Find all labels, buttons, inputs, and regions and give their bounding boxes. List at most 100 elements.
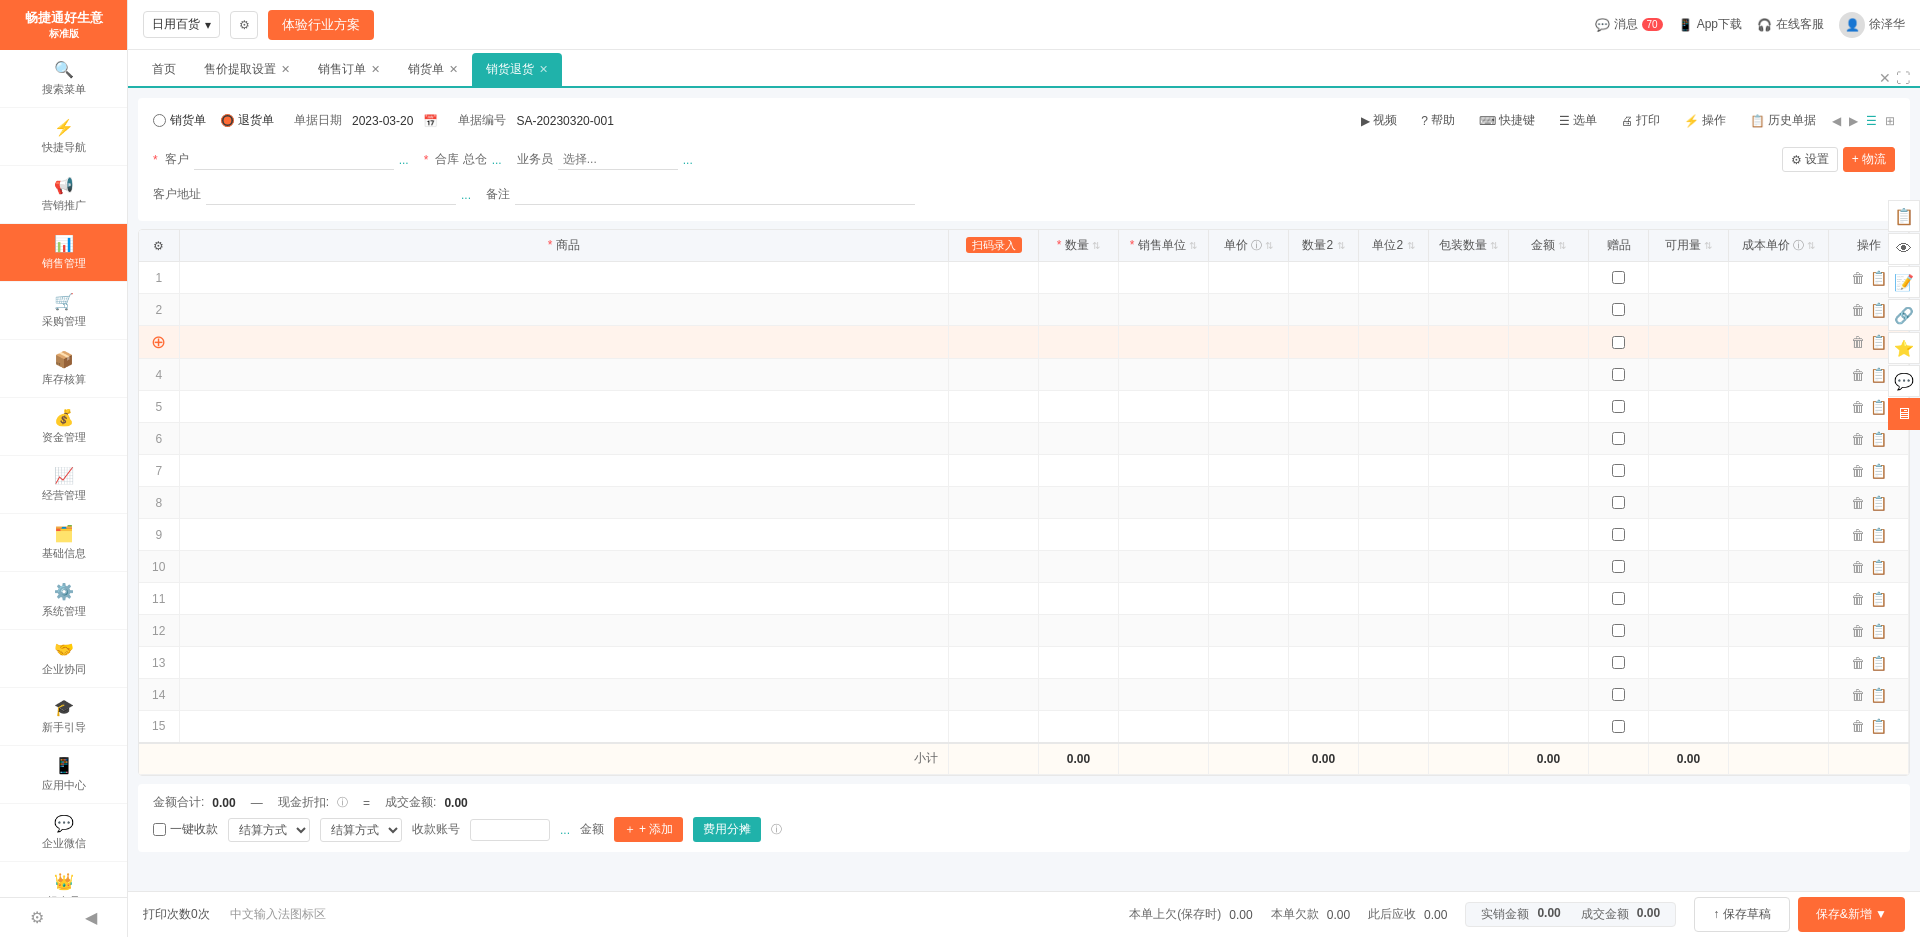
gift-check-9[interactable] <box>1612 528 1625 541</box>
tab-price-setting-close[interactable]: ✕ <box>281 63 290 76</box>
right-action-4[interactable]: 🔗 <box>1888 299 1920 331</box>
copy-icon-11[interactable]: 📋 <box>1870 591 1887 607</box>
tab-sales[interactable]: 销货单 ✕ <box>394 53 472 86</box>
delete-icon-9[interactable]: 🗑 <box>1851 527 1865 543</box>
select-order-btn[interactable]: ☰ 选单 <box>1551 108 1605 133</box>
amount-cell-2[interactable] <box>1509 294 1589 326</box>
cost-sort-icon[interactable]: ⇅ <box>1807 240 1815 251</box>
unit-sort-icon[interactable]: ⇅ <box>1189 240 1197 251</box>
delete-icon-15[interactable]: 🗑 <box>1851 718 1865 734</box>
logistics-btn[interactable]: + 物流 <box>1843 147 1895 172</box>
price-cell-3[interactable] <box>1209 326 1289 359</box>
unit2-cell-2[interactable] <box>1359 294 1429 326</box>
customer-input[interactable] <box>194 149 394 170</box>
shortcut-btn[interactable]: ⌨ 快捷键 <box>1471 108 1543 133</box>
delete-icon-1[interactable]: 🗑 <box>1851 270 1865 286</box>
tab-close-icon[interactable]: ✕ <box>1879 70 1891 86</box>
copy-icon-2[interactable]: 📋 <box>1870 302 1887 318</box>
unit-cell-1[interactable] <box>1119 262 1209 294</box>
gift-check-12[interactable] <box>1612 624 1625 637</box>
copy-icon-3[interactable]: 📋 <box>1870 334 1887 350</box>
calc-method-select[interactable]: 结算方式 <box>228 818 310 842</box>
add-payment-btn[interactable]: ＋ + 添加 <box>614 817 683 842</box>
customer-dots[interactable]: ... <box>399 153 409 167</box>
settings-btn[interactable]: ⚙ 设置 <box>1782 147 1838 172</box>
pack-cell-3[interactable] <box>1429 326 1509 359</box>
online-service-btn[interactable]: 🎧 在线客服 <box>1757 16 1824 33</box>
qty2-sort-icon[interactable]: ⇅ <box>1337 240 1345 251</box>
delete-icon-10[interactable]: 🗑 <box>1851 559 1865 575</box>
sidebar-item-sales[interactable]: 📊 销售管理 <box>0 224 127 282</box>
tab-home[interactable]: 首页 <box>138 53 190 86</box>
unit2-cell-1[interactable] <box>1359 262 1429 294</box>
tab-maximize-icon[interactable]: ⛶ <box>1896 70 1910 86</box>
available-sort-icon[interactable]: ⇅ <box>1704 240 1712 251</box>
qty-cell-2[interactable] <box>1039 294 1119 326</box>
gift-check-4[interactable] <box>1612 368 1625 381</box>
qty2-cell-1[interactable] <box>1289 262 1359 294</box>
delete-icon-5[interactable]: 🗑 <box>1851 399 1865 415</box>
tab-sales-order[interactable]: 销售订单 ✕ <box>304 53 394 86</box>
doc-type-return-radio[interactable] <box>221 114 234 127</box>
goods-cell-3[interactable] <box>179 326 949 359</box>
pack-cell-2[interactable] <box>1429 294 1509 326</box>
app-download-btn[interactable]: 📱 App下载 <box>1678 16 1742 33</box>
sidebar-item-basic[interactable]: 🗂️ 基础信息 <box>0 514 127 572</box>
gift-check-13[interactable] <box>1612 656 1625 669</box>
amount-sort-icon[interactable]: ⇅ <box>1558 240 1566 251</box>
pack-sort-icon[interactable]: ⇅ <box>1490 240 1498 251</box>
delete-icon-3[interactable]: 🗑 <box>1851 334 1865 350</box>
one-click-checkbox[interactable]: 一键收款 <box>153 821 218 838</box>
gift-check-11[interactable] <box>1612 592 1625 605</box>
video-btn[interactable]: ▶ 视频 <box>1353 108 1405 133</box>
tab-sales-order-close[interactable]: ✕ <box>371 63 380 76</box>
address-input[interactable] <box>206 184 456 205</box>
summary-method-select[interactable]: 结算方式 <box>320 818 402 842</box>
scan-btn[interactable]: 扫码录入 <box>966 237 1022 253</box>
unit-cell-2[interactable] <box>1119 294 1209 326</box>
right-action-2[interactable]: 👁 <box>1888 233 1920 265</box>
copy-icon-5[interactable]: 📋 <box>1870 399 1887 415</box>
gift-check-8[interactable] <box>1612 496 1625 509</box>
sidebar-item-apps[interactable]: 📱 应用中心 <box>0 746 127 804</box>
doc-type-sales[interactable]: 销货单 <box>153 112 206 129</box>
pack-cell-1[interactable] <box>1429 262 1509 294</box>
delete-icon-11[interactable]: 🗑 <box>1851 591 1865 607</box>
address-dots[interactable]: ... <box>461 188 471 202</box>
copy-icon-10[interactable]: 📋 <box>1870 559 1887 575</box>
price-cell-2[interactable] <box>1209 294 1289 326</box>
operation-btn[interactable]: ⚡ 操作 <box>1676 108 1734 133</box>
gift-check-3[interactable] <box>1612 336 1625 349</box>
price-cell-1[interactable] <box>1209 262 1289 294</box>
delete-icon-4[interactable]: 🗑 <box>1851 367 1865 383</box>
save-new-btn[interactable]: 保存&新增 ▼ <box>1798 897 1905 932</box>
industry-selector[interactable]: 日用百货 ▾ <box>143 11 220 38</box>
user-profile[interactable]: 👤 徐泽华 <box>1839 12 1905 38</box>
delete-icon-6[interactable]: 🗑 <box>1851 431 1865 447</box>
right-action-7[interactable]: 🖥 <box>1888 398 1920 430</box>
copy-icon-1[interactable]: 📋 <box>1870 270 1887 286</box>
amount-cell-1[interactable] <box>1509 262 1589 294</box>
delete-icon-12[interactable]: 🗑 <box>1851 623 1865 639</box>
gift-check-14[interactable] <box>1612 688 1625 701</box>
gift-check-6[interactable] <box>1612 432 1625 445</box>
one-click-check[interactable] <box>153 823 166 836</box>
gift-check-10[interactable] <box>1612 560 1625 573</box>
view-list-icon[interactable]: ☰ <box>1866 114 1877 128</box>
doc-type-sales-radio[interactable] <box>153 114 166 127</box>
right-action-3[interactable]: 📝 <box>1888 266 1920 298</box>
goods-cell-2[interactable] <box>179 294 949 326</box>
tab-sales-return[interactable]: 销货退货 ✕ <box>472 53 562 86</box>
sidebar-item-marketing[interactable]: 📢 营销推广 <box>0 166 127 224</box>
gift-check-15[interactable] <box>1612 720 1625 733</box>
goods-cell-1[interactable] <box>179 262 949 294</box>
copy-icon-4[interactable]: 📋 <box>1870 367 1887 383</box>
sidebar-settings-icon[interactable]: ⚙ <box>30 908 44 927</box>
amount-cell-3[interactable] <box>1509 326 1589 359</box>
right-action-1[interactable]: 📋 <box>1888 200 1920 232</box>
copy-icon-9[interactable]: 📋 <box>1870 527 1887 543</box>
tab-sales-close[interactable]: ✕ <box>449 63 458 76</box>
experience-btn[interactable]: 体验行业方案 <box>268 10 374 40</box>
unit2-cell-3[interactable] <box>1359 326 1429 359</box>
qty2-cell-3[interactable] <box>1289 326 1359 359</box>
